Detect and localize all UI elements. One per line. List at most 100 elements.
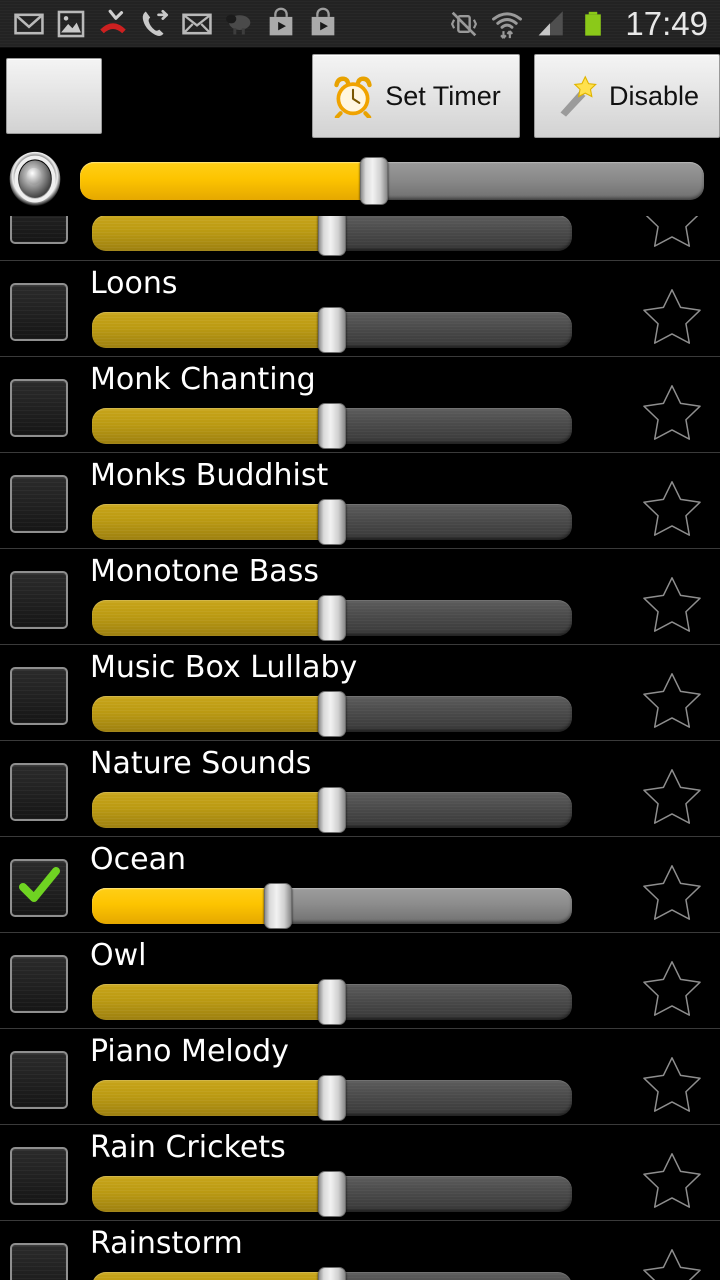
speaker-icon[interactable]: [4, 150, 66, 210]
master-volume-slider[interactable]: [80, 157, 704, 205]
sound-slider-thumb[interactable]: [318, 403, 346, 449]
sound-enable-checkbox[interactable]: [10, 1243, 68, 1280]
sound-volume-slider[interactable]: [92, 1267, 572, 1280]
sound-enable-checkbox[interactable]: [10, 379, 68, 437]
sound-row[interactable]: Rain Crickets: [0, 1124, 720, 1220]
sound-slider-thumb[interactable]: [318, 1171, 346, 1217]
sound-row[interactable]: Loons: [0, 260, 720, 356]
sound-name-label: Rainstorm: [90, 1226, 243, 1261]
sound-volume-slider[interactable]: [92, 1075, 572, 1121]
sound-row[interactable]: Nature Sounds: [0, 740, 720, 836]
sound-enable-checkbox[interactable]: [10, 667, 68, 725]
sound-volume-slider[interactable]: [92, 499, 572, 545]
sound-slider-fill: [92, 1176, 332, 1212]
sound-slider-thumb[interactable]: [318, 595, 346, 641]
sound-enable-checkbox[interactable]: [10, 571, 68, 629]
sound-row[interactable]: Music Box Lullaby: [0, 644, 720, 740]
sound-slider-fill: [92, 984, 332, 1020]
sound-slider-thumb[interactable]: [318, 979, 346, 1025]
master-slider-thumb[interactable]: [360, 157, 388, 205]
sound-volume-slider[interactable]: [92, 595, 572, 641]
sound-enable-checkbox[interactable]: [10, 763, 68, 821]
sound-row[interactable]: Rainstorm: [0, 1220, 720, 1280]
favorite-star-icon[interactable]: [642, 863, 702, 921]
sound-row[interactable]: [0, 216, 720, 260]
sound-slider-fill: [92, 504, 332, 540]
sound-row[interactable]: Monk Chanting: [0, 356, 720, 452]
star-glyph: [642, 479, 702, 537]
battery-icon: [585, 11, 602, 36]
sound-volume-slider[interactable]: [92, 883, 572, 929]
sound-volume-slider[interactable]: [92, 1171, 572, 1217]
sound-slider-thumb[interactable]: [318, 216, 346, 256]
star-glyph: [642, 863, 702, 921]
sound-enable-checkbox[interactable]: [10, 216, 68, 244]
sound-slider-thumb[interactable]: [318, 499, 346, 545]
star-glyph: [642, 575, 702, 633]
star-glyph: [642, 383, 702, 441]
favorite-star-icon[interactable]: [642, 575, 702, 633]
sound-enable-checkbox[interactable]: [10, 475, 68, 533]
star-glyph: [642, 1055, 702, 1113]
vibrate-off-icon: [451, 11, 478, 36]
master-volume-row: [0, 144, 720, 216]
sound-row[interactable]: Monks Buddhist: [0, 452, 720, 548]
sound-list[interactable]: Loons Monk Chanting Monks Buddhist Monotone…: [0, 216, 720, 1280]
sound-volume-slider[interactable]: [92, 691, 572, 737]
sound-row[interactable]: Ocean: [0, 836, 720, 932]
email-icon: [182, 13, 212, 34]
sound-name-label: Ocean: [90, 842, 186, 877]
sound-name-label: Monotone Bass: [90, 554, 319, 589]
checkmark-icon: [15, 862, 63, 910]
sound-name-label: Piano Melody: [90, 1034, 289, 1069]
sound-enable-checkbox[interactable]: [10, 283, 68, 341]
star-glyph: [642, 287, 702, 345]
sound-name-label: Loons: [90, 266, 178, 301]
status-bar-clock: 17:49: [625, 5, 708, 42]
favorite-star-icon[interactable]: [642, 479, 702, 537]
sound-enable-checkbox[interactable]: [10, 1051, 68, 1109]
favorite-star-icon[interactable]: [642, 1247, 702, 1280]
sound-slider-thumb[interactable]: [318, 787, 346, 833]
sound-enable-checkbox[interactable]: [10, 1147, 68, 1205]
sound-slider-thumb[interactable]: [318, 1267, 346, 1280]
wifi-icon: [492, 11, 523, 39]
sound-enable-checkbox[interactable]: [10, 859, 68, 917]
favorite-star-icon[interactable]: [642, 767, 702, 825]
favorite-star-icon[interactable]: [642, 1151, 702, 1209]
sound-row[interactable]: Piano Melody: [0, 1028, 720, 1124]
sound-volume-slider[interactable]: [92, 307, 572, 353]
status-bar-notification-icons: [0, 7, 447, 41]
blank-button[interactable]: [6, 58, 102, 134]
favorite-star-icon[interactable]: [642, 1055, 702, 1113]
favorite-star-icon[interactable]: [642, 216, 702, 248]
sound-row[interactable]: Owl: [0, 932, 720, 1028]
disable-label: Disable: [608, 80, 700, 111]
sound-volume-slider[interactable]: [92, 403, 572, 449]
sound-volume-slider[interactable]: [92, 979, 572, 1025]
gallery-icon: [57, 10, 85, 37]
sound-slider-fill: [92, 1272, 332, 1280]
star-glyph: [642, 1247, 702, 1280]
favorite-star-icon[interactable]: [642, 671, 702, 729]
set-timer-button[interactable]: Set Timer: [312, 54, 520, 138]
alarm-clock-icon: [334, 76, 372, 118]
sound-slider-thumb[interactable]: [318, 307, 346, 353]
favorite-star-icon[interactable]: [642, 383, 702, 441]
disable-button[interactable]: Disable: [534, 54, 720, 138]
favorite-star-icon[interactable]: [642, 287, 702, 345]
status-bar[interactable]: 17:49: [0, 0, 720, 48]
favorite-star-icon[interactable]: [642, 959, 702, 1017]
sound-slider-thumb[interactable]: [318, 1075, 346, 1121]
sound-name-label: Owl: [90, 938, 147, 973]
sound-enable-checkbox[interactable]: [10, 955, 68, 1013]
sound-slider-thumb[interactable]: [318, 691, 346, 737]
sound-name-label: Music Box Lullaby: [90, 650, 358, 685]
sound-volume-slider[interactable]: [92, 216, 572, 256]
sound-volume-slider[interactable]: [92, 787, 572, 833]
sound-row[interactable]: Monotone Bass: [0, 548, 720, 644]
sound-slider-fill: [92, 216, 332, 251]
sound-name-label: Nature Sounds: [90, 746, 312, 781]
sound-slider-thumb[interactable]: [264, 883, 292, 929]
sound-slider-fill: [92, 792, 332, 828]
